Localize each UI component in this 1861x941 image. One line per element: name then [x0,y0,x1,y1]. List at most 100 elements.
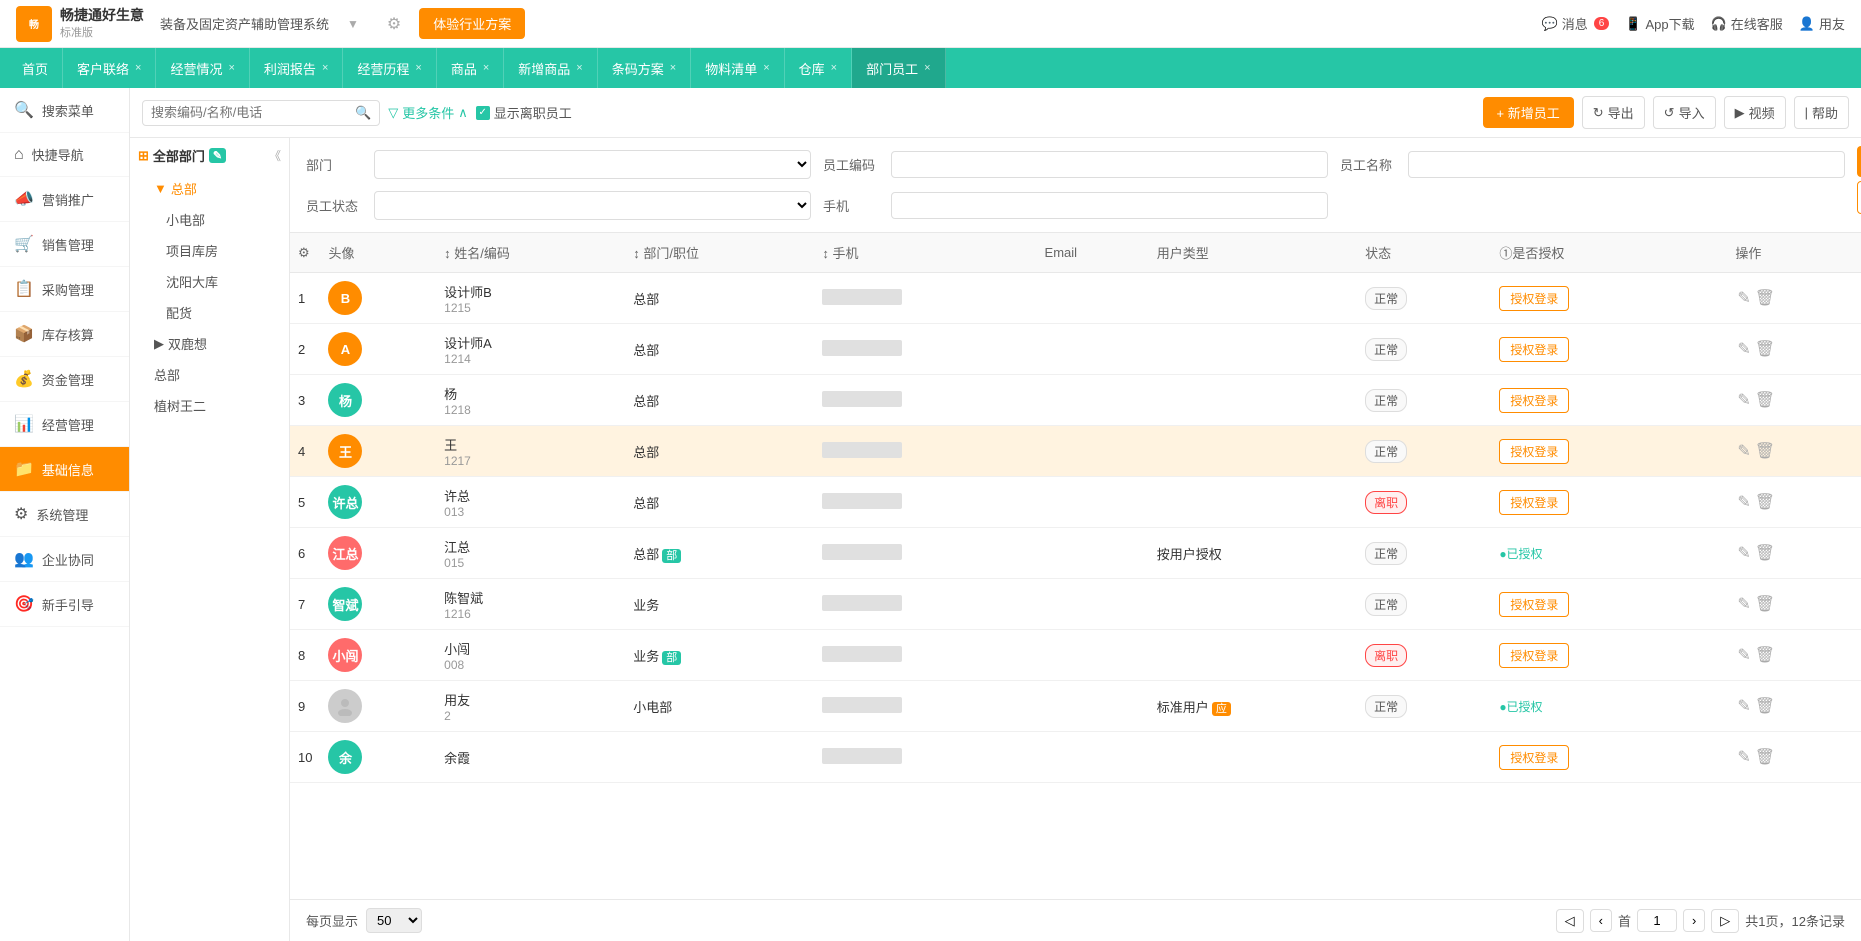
view-btn[interactable]: ▶ 视频 [1724,96,1786,129]
col-dept[interactable]: ↕ 部门/职位 [625,233,814,273]
app-download-btn[interactable]: 📱 App下载 [1625,14,1694,33]
delete-icon[interactable]: 🗑 [1755,647,1775,664]
export-btn[interactable]: ↻ 导出 [1582,96,1645,129]
tab-history[interactable]: 经营历程× [343,48,436,88]
delete-icon[interactable]: 🗑 [1755,443,1775,460]
cell-auth[interactable]: 授权登录 [1491,273,1690,324]
filter-status-select[interactable] [374,191,811,220]
tab-home[interactable]: 首页 [8,48,63,88]
sidebar-item-basic[interactable]: 📁 基础信息 [0,447,129,492]
edit-icon[interactable]: ✎ [1737,392,1750,409]
edit-icon[interactable]: ✎ [1737,647,1750,664]
tab-warehouse-close[interactable]: × [831,62,837,74]
edit-icon[interactable]: ✎ [1737,290,1750,307]
last-page-btn[interactable]: ▷ [1711,909,1739,933]
cell-auth[interactable]: 授权登录 [1491,630,1690,681]
auth-btn[interactable]: 授权登录 [1499,388,1569,413]
delete-icon[interactable]: 🗑 [1755,545,1775,562]
auth-btn[interactable]: 授权登录 [1499,643,1569,668]
filter-phone-input[interactable] [891,192,1328,219]
filter-dept-select[interactable] [374,150,811,179]
show-hidden-checkbox[interactable]: ✓ [476,106,490,120]
auth-btn[interactable]: 授权登录 [1499,592,1569,617]
tree-item-zhishu[interactable]: 植树王二 [138,390,281,421]
delete-icon[interactable]: 🗑 [1755,698,1775,715]
delete-icon[interactable]: 🗑 [1755,290,1775,307]
tree-edit-icon[interactable]: ✎ [209,148,226,163]
delete-icon[interactable]: 🗑 [1755,749,1775,766]
tab-history-close[interactable]: × [415,62,421,74]
tree-item-peihuo[interactable]: 配货 [138,297,281,328]
reset-btn[interactable]: 设置 [1857,181,1861,214]
tree-item-shuanglu[interactable]: ▶ 双鹿想 [138,328,281,359]
page-number-input[interactable] [1637,909,1677,932]
tab-material-close[interactable]: × [763,62,769,74]
tab-addgoods[interactable]: 新增商品× [504,48,597,88]
user-btn[interactable]: 👤 用友 [1799,14,1845,33]
sidebar-item-collab[interactable]: 👥 企业协同 [0,537,129,582]
cell-auth[interactable]: 授权登录 [1491,579,1690,630]
tree-item-zongbu[interactable]: ▼ 总部 [138,173,281,204]
tab-business-close[interactable]: × [228,62,234,74]
prev-page-btn[interactable]: ‹ [1590,909,1612,932]
help-btn[interactable]: | 帮助 [1794,96,1849,129]
sidebar-item-marketing[interactable]: 📣 营销推广 [0,177,129,222]
edit-icon[interactable]: ✎ [1737,698,1750,715]
auth-btn[interactable]: 授权登录 [1499,490,1569,515]
filter-code-input[interactable] [891,151,1328,178]
service-btn[interactable]: 🎧 在线客服 [1711,14,1783,33]
dropdown-btn[interactable]: ▼ [337,11,369,37]
delete-icon[interactable]: 🗑 [1755,341,1775,358]
search-input[interactable] [151,105,351,120]
tab-warehouse[interactable]: 仓库× [785,48,852,88]
col-settings[interactable]: ⚙ [290,233,320,273]
tab-barcode[interactable]: 条码方案× [598,48,691,88]
edit-icon[interactable]: ✎ [1737,341,1750,358]
sidebar-item-operations[interactable]: 📊 经营管理 [0,402,129,447]
delete-icon[interactable]: 🗑 [1755,596,1775,613]
add-employee-btn[interactable]: + 新增员工 [1483,97,1574,128]
sidebar-item-sales[interactable]: 🛒 销售管理 [0,222,129,267]
edit-icon[interactable]: ✎ [1737,749,1750,766]
edit-icon[interactable]: ✎ [1737,596,1750,613]
auth-btn[interactable]: 授权登录 [1499,286,1569,311]
auth-btn[interactable]: 授权登录 [1499,337,1569,362]
delete-icon[interactable]: 🗑 [1755,494,1775,511]
tree-collapse-btn[interactable]: 《 [269,147,281,164]
tab-profit-close[interactable]: × [322,62,328,74]
edit-icon[interactable]: ✎ [1737,494,1750,511]
tab-goods-close[interactable]: × [483,62,489,74]
query-btn[interactable]: 查询 [1857,146,1861,177]
tree-item-project[interactable]: 项目库房 [138,235,281,266]
tree-item-xiaodian[interactable]: 小电部 [138,204,281,235]
auth-btn[interactable]: 授权登录 [1499,439,1569,464]
cell-auth[interactable]: 授权登录 [1491,375,1690,426]
sidebar-item-finance[interactable]: 💰 资金管理 [0,357,129,402]
tree-item-shenyang[interactable]: 沈阳大库 [138,266,281,297]
sidebar-item-purchase[interactable]: 📋 采购管理 [0,267,129,312]
sidebar-item-inventory[interactable]: 📦 库存核算 [0,312,129,357]
cell-auth[interactable]: 授权登录 [1491,732,1690,783]
delete-icon[interactable]: 🗑 [1755,392,1775,409]
import-btn[interactable]: ↺ 导入 [1653,96,1716,129]
first-page-btn[interactable]: ◁ [1556,909,1584,933]
cell-auth[interactable]: 授权登录 [1491,426,1690,477]
show-hidden-toggle[interactable]: ✓ 显示离职员工 [476,103,572,122]
cell-auth[interactable]: 授权登录 [1491,324,1690,375]
settings-btn[interactable]: ⚙ [377,8,411,40]
sidebar-item-system[interactable]: ⚙ 系统管理 [0,492,129,537]
filter-name-input[interactable] [1408,151,1845,178]
per-page-select[interactable]: 50 20 100 [366,908,422,933]
auth-btn[interactable]: 授权登录 [1499,745,1569,770]
sidebar-item-search[interactable]: 🔍 搜索菜单 [0,88,129,133]
tab-profit[interactable]: 利润报告× [250,48,343,88]
tab-barcode-close[interactable]: × [670,62,676,74]
sidebar-item-guide[interactable]: 🎯 新手引导 [0,582,129,627]
tree-item-zongbu2[interactable]: 总部 [138,359,281,390]
cell-auth[interactable]: 授权登录 [1491,477,1690,528]
col-phone[interactable]: ↕ 手机 [814,233,1036,273]
message-btn[interactable]: 💬 消息 6 [1542,14,1610,33]
edit-icon[interactable]: ✎ [1737,443,1750,460]
tab-business[interactable]: 经营情况× [156,48,249,88]
tab-addgoods-close[interactable]: × [576,62,582,74]
